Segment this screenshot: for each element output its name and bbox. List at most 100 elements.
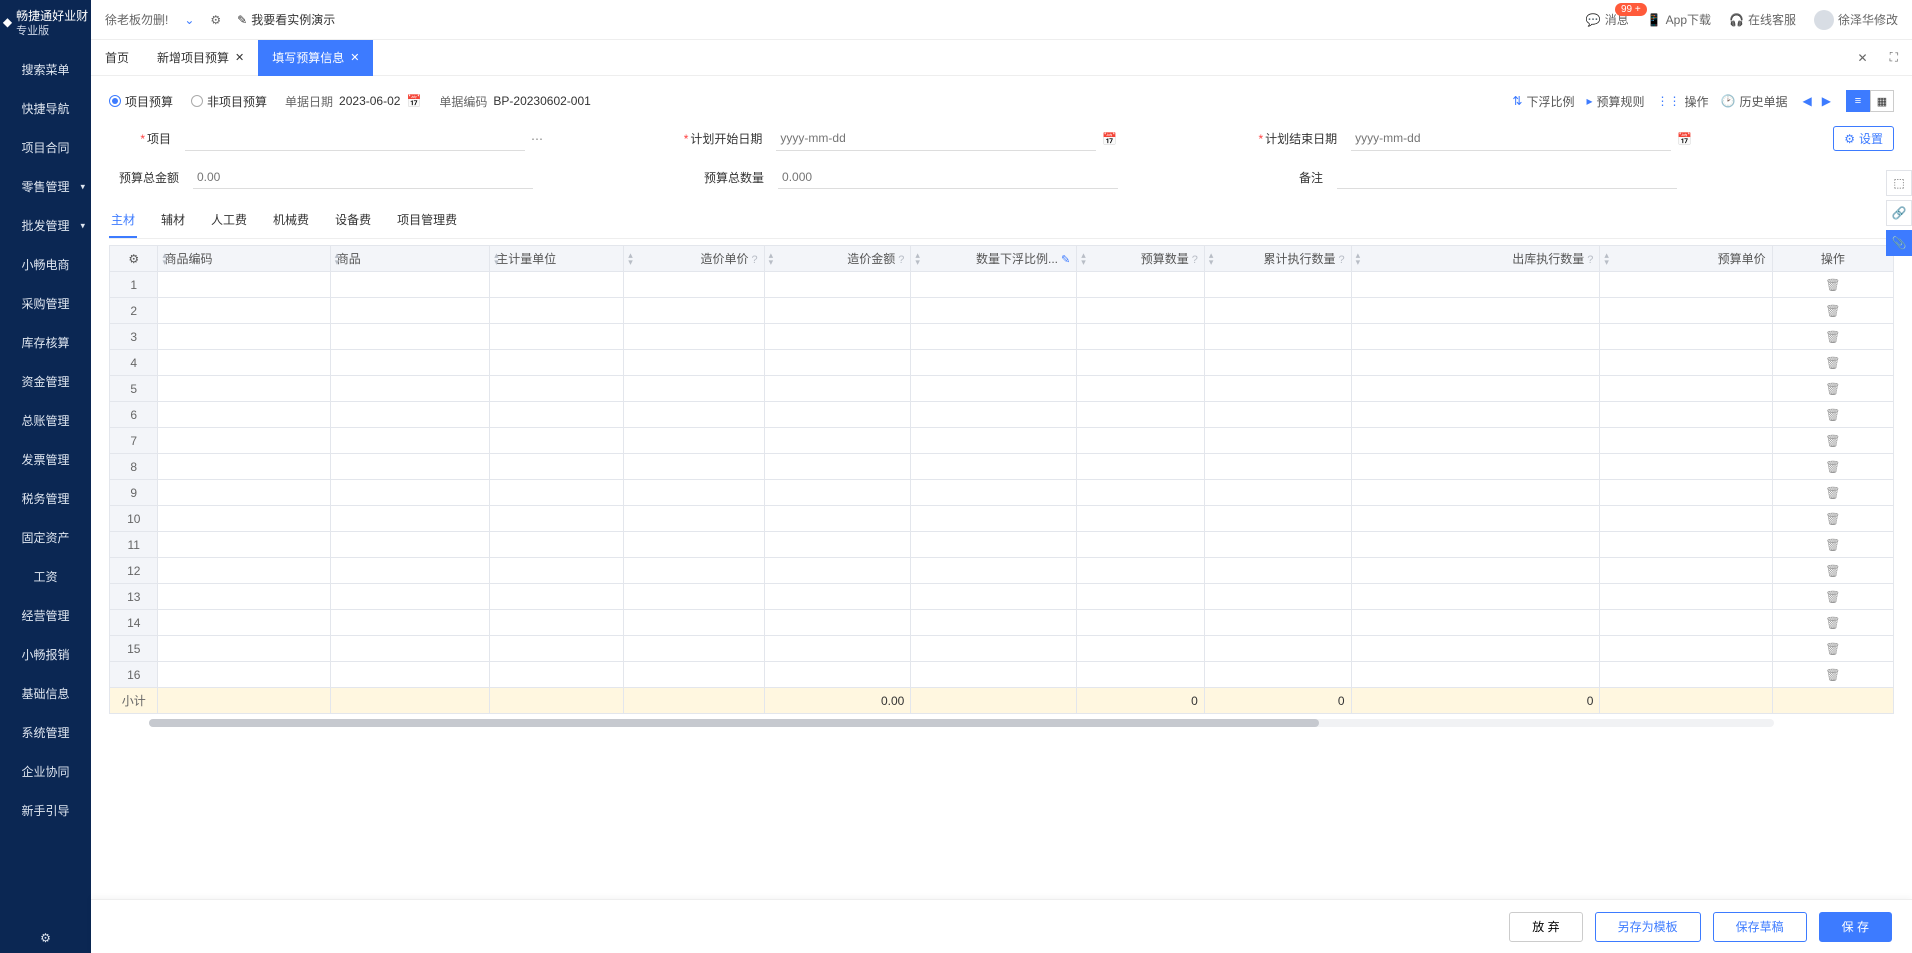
user-menu[interactable]: 徐泽华修改	[1814, 10, 1898, 30]
table-row[interactable]: 16🗑	[110, 662, 1894, 688]
delete-icon[interactable]: 🗑	[1825, 434, 1840, 448]
cell[interactable]	[330, 662, 490, 688]
sidebar-item-13[interactable]: 工资	[0, 557, 91, 596]
table-row[interactable]: 10🗑	[110, 506, 1894, 532]
sidebar-item-11[interactable]: 税务管理	[0, 479, 91, 518]
cell[interactable]	[158, 584, 330, 610]
table-row[interactable]: 13🗑	[110, 584, 1894, 610]
cell[interactable]	[1204, 480, 1351, 506]
sub-tab-2[interactable]: 人工费	[209, 203, 249, 238]
cell[interactable]	[624, 558, 764, 584]
cell[interactable]	[1204, 376, 1351, 402]
cell[interactable]	[1204, 350, 1351, 376]
cell[interactable]	[1600, 402, 1772, 428]
cell[interactable]	[764, 272, 911, 298]
project-picker-icon[interactable]: ⋯	[531, 132, 544, 146]
sidebar-item-0[interactable]: 搜索菜单	[0, 50, 91, 89]
col-cumqty[interactable]: ▴▾累计执行数量?	[1204, 246, 1351, 272]
cell[interactable]	[158, 480, 330, 506]
cell[interactable]	[1600, 350, 1772, 376]
page-tab-2[interactable]: 填写预算信息✕	[258, 40, 373, 76]
cell[interactable]	[490, 272, 624, 298]
cell[interactable]	[1351, 662, 1600, 688]
cell[interactable]	[624, 480, 764, 506]
delete-icon[interactable]: 🗑	[1825, 668, 1840, 682]
table-row[interactable]: 2🗑	[110, 298, 1894, 324]
cell[interactable]	[1204, 584, 1351, 610]
cell[interactable]	[1600, 480, 1772, 506]
rail-attach-icon[interactable]: 📎	[1886, 230, 1912, 256]
cell[interactable]	[624, 402, 764, 428]
end-date-input[interactable]	[1351, 127, 1671, 151]
cell[interactable]	[1351, 376, 1600, 402]
cell[interactable]	[911, 402, 1077, 428]
table-row[interactable]: 5🗑	[110, 376, 1894, 402]
cell[interactable]	[158, 428, 330, 454]
sub-tab-1[interactable]: 辅材	[159, 203, 187, 238]
sidebar-item-17[interactable]: 系统管理	[0, 713, 91, 752]
col-qtyratio[interactable]: ▴▾数量下浮比例...✎	[911, 246, 1077, 272]
close-all-tabs-icon[interactable]: ✕	[1850, 47, 1876, 69]
cell[interactable]	[1077, 324, 1205, 350]
cell[interactable]	[1351, 584, 1600, 610]
budget-rule-action[interactable]: ▸预算规则	[1587, 93, 1645, 110]
cell[interactable]	[1351, 454, 1600, 480]
cell[interactable]	[490, 584, 624, 610]
cell[interactable]	[1077, 272, 1205, 298]
cell[interactable]	[1351, 272, 1600, 298]
cell[interactable]	[1204, 532, 1351, 558]
col-budgetprice[interactable]: ▴▾预算单价	[1600, 246, 1772, 272]
prev-doc-icon[interactable]: ◀	[1800, 94, 1815, 108]
cell[interactable]	[1077, 350, 1205, 376]
cell[interactable]	[330, 324, 490, 350]
cell[interactable]	[1077, 662, 1205, 688]
cell[interactable]	[911, 324, 1077, 350]
cell[interactable]	[911, 636, 1077, 662]
cell[interactable]	[158, 402, 330, 428]
form-settings-button[interactable]: ⚙ 设置	[1833, 126, 1894, 151]
col-outqty[interactable]: ▴▾出库执行数量?	[1351, 246, 1600, 272]
cell[interactable]	[764, 454, 911, 480]
cell[interactable]	[764, 324, 911, 350]
col-unit[interactable]: ▴▾主计量单位	[490, 246, 624, 272]
cell[interactable]	[764, 350, 911, 376]
close-icon[interactable]: ✕	[350, 51, 359, 64]
cell[interactable]	[1351, 610, 1600, 636]
cell[interactable]	[158, 324, 330, 350]
cell[interactable]	[911, 376, 1077, 402]
rail-link-icon[interactable]: 🔗	[1886, 200, 1912, 226]
cell[interactable]	[1351, 428, 1600, 454]
close-icon[interactable]: ✕	[235, 51, 244, 64]
sub-tab-0[interactable]: 主材	[109, 203, 137, 238]
cell[interactable]	[1204, 298, 1351, 324]
service-button[interactable]: 🎧 在线客服	[1729, 11, 1796, 28]
delete-icon[interactable]: 🗑	[1825, 486, 1840, 500]
start-date-input[interactable]	[776, 127, 1096, 151]
project-input[interactable]	[185, 127, 525, 151]
cell[interactable]	[1600, 584, 1772, 610]
row-settings-header[interactable]: ⚙	[110, 246, 158, 272]
cell[interactable]	[764, 480, 911, 506]
cell[interactable]	[1077, 376, 1205, 402]
cell[interactable]	[330, 532, 490, 558]
cell[interactable]	[330, 558, 490, 584]
cell[interactable]	[624, 350, 764, 376]
sidebar-item-4[interactable]: 批发管理▾	[0, 206, 91, 245]
cell[interactable]	[624, 324, 764, 350]
cell[interactable]	[1600, 428, 1772, 454]
table-row[interactable]: 1🗑	[110, 272, 1894, 298]
sub-tab-3[interactable]: 机械费	[271, 203, 311, 238]
cell[interactable]	[624, 298, 764, 324]
cell[interactable]	[490, 298, 624, 324]
view-card-icon[interactable]: ▦	[1870, 90, 1894, 112]
rail-select-icon[interactable]: ⬚	[1886, 170, 1912, 196]
cell[interactable]	[1077, 454, 1205, 480]
cell[interactable]	[158, 350, 330, 376]
sidebar-item-8[interactable]: 资金管理	[0, 362, 91, 401]
delete-icon[interactable]: 🗑	[1825, 460, 1840, 474]
cell[interactable]	[624, 662, 764, 688]
cell[interactable]	[1204, 558, 1351, 584]
gear-icon[interactable]: ⚙	[210, 13, 221, 27]
cell[interactable]	[1077, 402, 1205, 428]
cell[interactable]	[911, 584, 1077, 610]
